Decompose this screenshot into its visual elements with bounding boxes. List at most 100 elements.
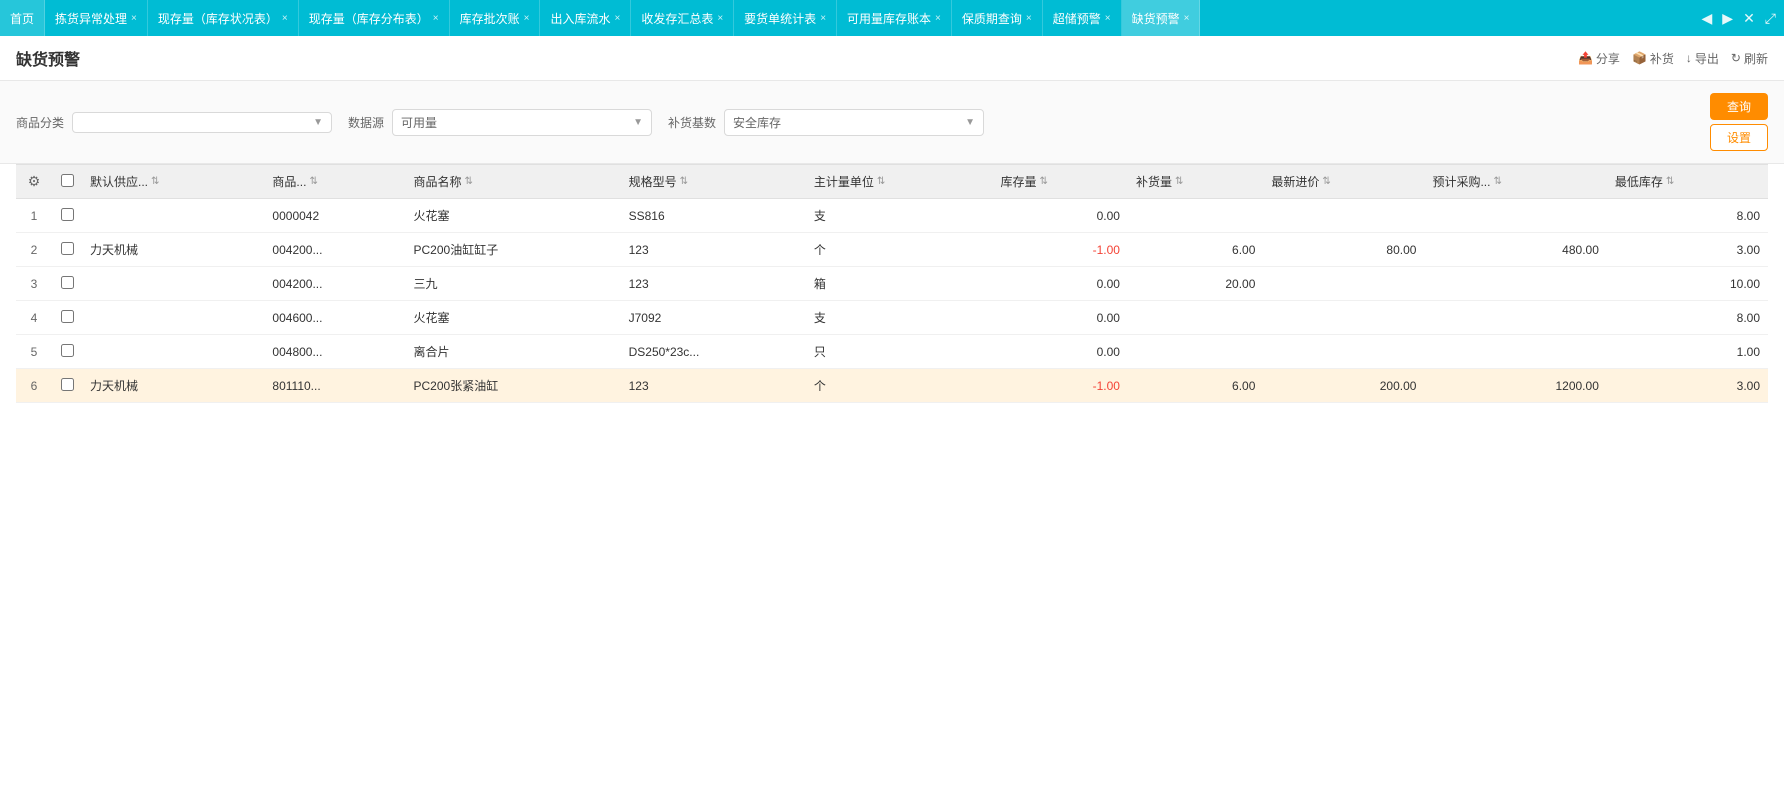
replenish-icon: 📦 — [1632, 51, 1647, 65]
nav-tab-overstock[interactable]: 超储预警 × — [1043, 0, 1122, 36]
sort-icon[interactable]: ⇅ — [151, 176, 159, 187]
close-icon[interactable]: × — [433, 13, 439, 24]
close-icon[interactable]: × — [935, 13, 941, 24]
nav-tab-shortage[interactable]: 缺货预警 × — [1122, 0, 1201, 36]
select-all-checkbox[interactable] — [61, 174, 74, 187]
row-product-name: 离合片 — [406, 335, 621, 369]
main-content: 缺货预警 📤 分享 📦 补货 ↓ 导出 ↻ 刷新 商品分类 — [0, 36, 1784, 796]
filter-actions: 查询 设置 — [1710, 93, 1768, 151]
row-spec: SS816 — [621, 199, 806, 233]
sort-icon[interactable]: ⇅ — [1322, 176, 1330, 187]
table-row: 4 004600... 火花塞 J7092 支 0.00 8.00 — [16, 301, 1768, 335]
share-icon: 📤 — [1578, 51, 1593, 65]
nav-tab-summary[interactable]: 收发存汇总表 × — [631, 0, 734, 36]
share-button[interactable]: 📤 分享 — [1578, 50, 1620, 67]
row-replenish-qty: 20.00 — [1128, 267, 1263, 301]
nav-tab-stock-dist[interactable]: 现存量（库存分布表） × — [299, 0, 450, 36]
column-header-est-purchase: 预计采购... ⇅ — [1424, 165, 1606, 199]
sort-icon[interactable]: ⇅ — [1175, 176, 1183, 187]
row-unit: 个 — [806, 369, 993, 403]
chevron-down-icon: ▼ — [633, 117, 643, 128]
row-spec: 123 — [621, 369, 806, 403]
row-checkbox[interactable] — [61, 378, 74, 391]
column-header-product-code: 商品... ⇅ — [264, 165, 405, 199]
close-icon[interactable]: × — [131, 13, 137, 24]
row-spec: DS250*23c... — [621, 335, 806, 369]
close-icon[interactable]: × — [524, 13, 530, 24]
close-icon[interactable]: × — [820, 13, 826, 24]
row-replenish-qty — [1128, 335, 1263, 369]
nav-tab-batch[interactable]: 库存批次账 × — [450, 0, 541, 36]
page-title: 缺货预警 — [16, 46, 80, 70]
replenish-button[interactable]: 📦 补货 — [1632, 50, 1674, 67]
row-replenish-qty — [1128, 301, 1263, 335]
sort-icon[interactable]: ⇅ — [309, 176, 317, 187]
nav-next-button[interactable]: ▶ — [1718, 8, 1737, 29]
column-header-check — [52, 165, 82, 199]
close-icon[interactable]: × — [1026, 13, 1032, 24]
close-icon[interactable]: × — [614, 13, 620, 24]
sort-icon[interactable]: ⇅ — [1040, 176, 1048, 187]
nav-tab-expiry[interactable]: 保质期查询 × — [952, 0, 1043, 36]
nav-close-button[interactable]: ✕ — [1739, 8, 1759, 29]
column-header-min-stock: 最低库存 ⇅ — [1607, 165, 1768, 199]
row-checkbox[interactable] — [61, 208, 74, 221]
datasource-label: 数据源 — [348, 114, 384, 131]
row-replenish-qty: 6.00 — [1128, 233, 1263, 267]
sort-icon[interactable]: ⇅ — [680, 176, 688, 187]
nav-tab-inout[interactable]: 出入库流水 × — [540, 0, 631, 36]
column-header-stock: 库存量 ⇅ — [993, 165, 1128, 199]
row-supplier — [82, 199, 264, 233]
nav-tab-home[interactable]: 首页 — [0, 0, 45, 36]
export-button[interactable]: ↓ 导出 — [1686, 50, 1719, 67]
row-stock-qty: 0.00 — [993, 199, 1128, 233]
table-row: 1 0000042 火花塞 SS816 支 0.00 8.00 — [16, 199, 1768, 233]
row-checkbox[interactable] — [61, 310, 74, 323]
row-checkbox[interactable] — [61, 242, 74, 255]
basis-select[interactable]: 安全库存 ▼ — [724, 109, 984, 136]
basis-select-value: 安全库存 — [733, 114, 965, 131]
row-product-code: 004200... — [264, 267, 405, 301]
row-checkbox[interactable] — [61, 344, 74, 357]
nav-tab-picking[interactable]: 拣货异常处理 × — [45, 0, 148, 36]
column-label: 最低库存 — [1615, 173, 1663, 190]
row-checkbox[interactable] — [61, 276, 74, 289]
row-latest-price — [1263, 335, 1424, 369]
settings-button[interactable]: 设置 — [1710, 124, 1768, 151]
sort-icon[interactable]: ⇅ — [465, 176, 473, 187]
row-latest-price: 200.00 — [1263, 369, 1424, 403]
row-supplier — [82, 301, 264, 335]
row-stock-qty: -1.00 — [993, 369, 1128, 403]
close-icon[interactable]: × — [1184, 13, 1190, 24]
close-icon[interactable]: × — [1105, 13, 1111, 24]
data-table-container: ⚙ 默认供应... ⇅ 商品... ⇅ — [0, 164, 1784, 419]
row-supplier — [82, 267, 264, 301]
nav-tab-stock-status[interactable]: 现存量（库存状况表） × — [148, 0, 299, 36]
row-product-code: 004600... — [264, 301, 405, 335]
refresh-button[interactable]: ↻ 刷新 — [1731, 50, 1768, 67]
query-button[interactable]: 查询 — [1710, 93, 1768, 120]
sort-icon[interactable]: ⇅ — [877, 176, 885, 187]
row-est-purchase — [1424, 335, 1606, 369]
datasource-select[interactable]: 可用量 ▼ — [392, 109, 652, 136]
table-row: 2 力天机械 004200... PC200油缸缸子 123 个 -1.00 6… — [16, 233, 1768, 267]
close-icon[interactable]: × — [717, 13, 723, 24]
column-label: 规格型号 — [629, 173, 677, 190]
row-stock-qty: -1.00 — [993, 233, 1128, 267]
sort-icon[interactable]: ⇅ — [1666, 176, 1674, 187]
row-latest-price — [1263, 301, 1424, 335]
nav-tab-requisition[interactable]: 要货单统计表 × — [734, 0, 837, 36]
row-min-stock: 8.00 — [1607, 199, 1768, 233]
category-select[interactable]: ▼ — [72, 112, 332, 133]
row-product-name: 火花塞 — [406, 301, 621, 335]
row-stock-qty: 0.00 — [993, 335, 1128, 369]
nav-controls: ◀ ▶ ✕ ⤢ — [1694, 8, 1784, 29]
gear-icon[interactable]: ⚙ — [28, 173, 41, 189]
row-check — [52, 369, 82, 403]
nav-prev-button[interactable]: ◀ — [1698, 8, 1717, 29]
sort-icon[interactable]: ⇅ — [1493, 176, 1501, 187]
row-min-stock: 3.00 — [1607, 369, 1768, 403]
nav-tab-available[interactable]: 可用量库存账本 × — [837, 0, 952, 36]
close-icon[interactable]: × — [282, 13, 288, 24]
nav-fullscreen-button[interactable]: ⤢ — [1761, 8, 1780, 29]
